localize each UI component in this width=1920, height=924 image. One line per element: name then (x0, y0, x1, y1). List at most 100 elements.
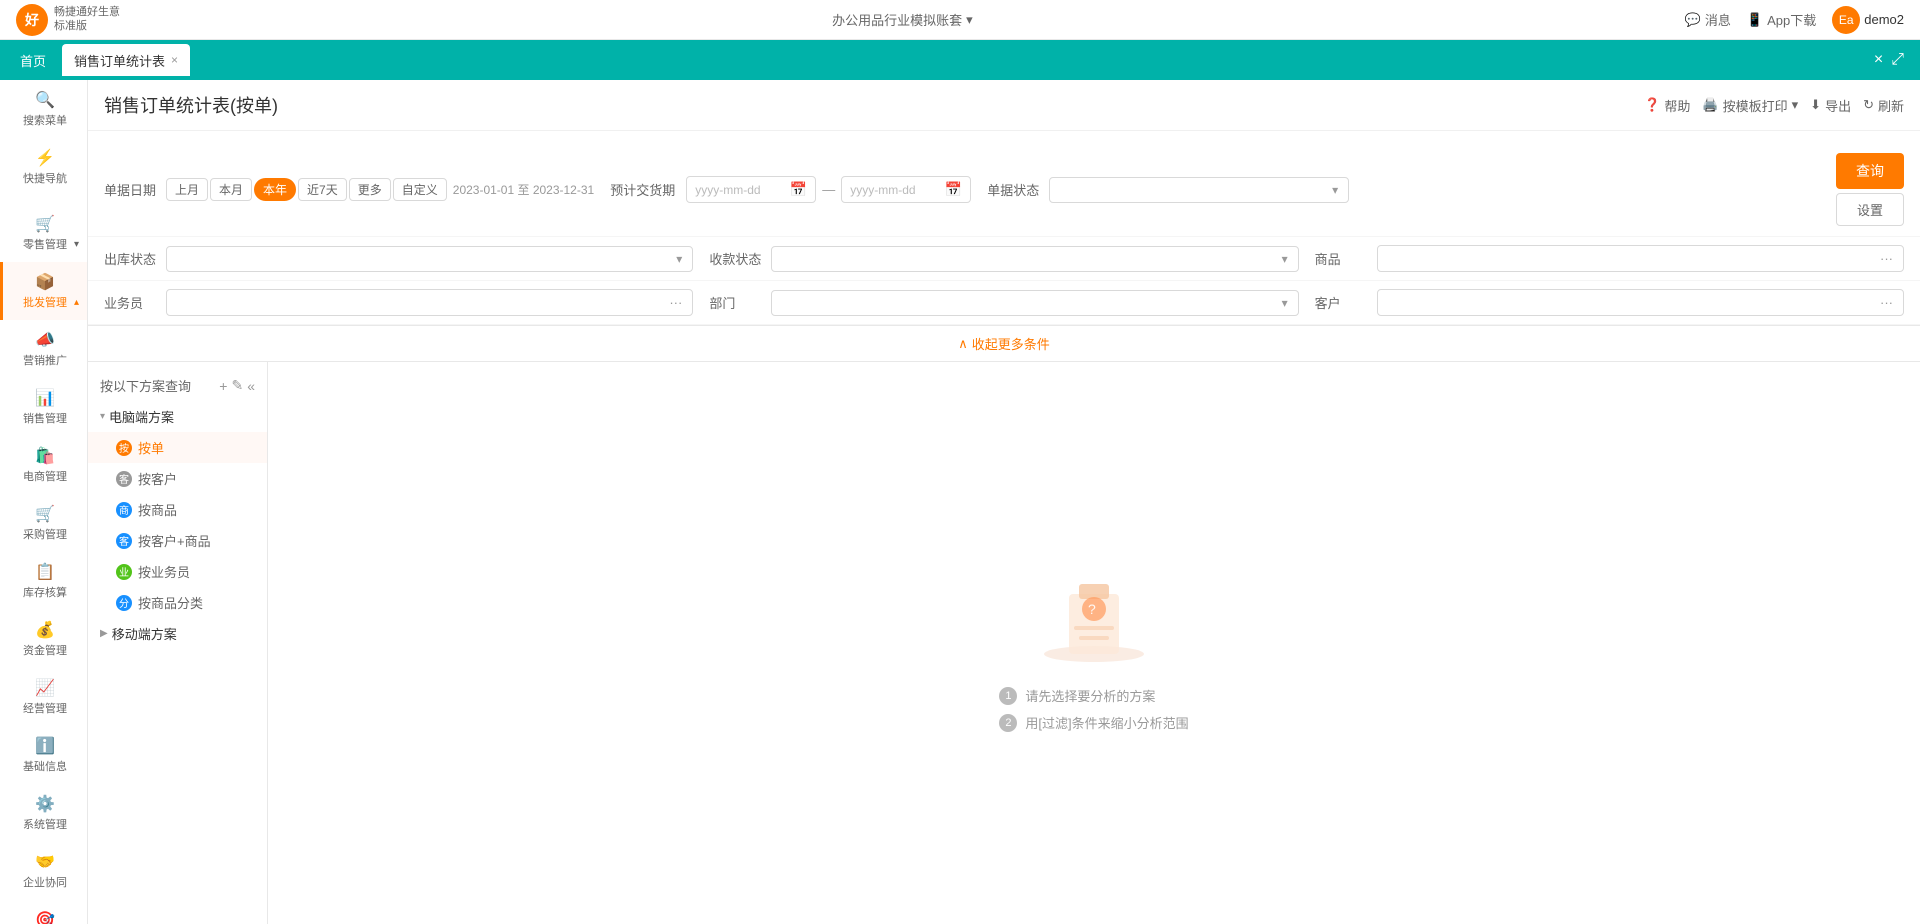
help-button[interactable]: ❓ 帮助 (1644, 96, 1690, 115)
export-button[interactable]: ⬇ 导出 (1810, 96, 1851, 115)
sidebar-item-system[interactable]: ⚙️ 系统管理 (0, 784, 87, 842)
doc-status-filter: 单据状态 ▾ (987, 177, 1820, 203)
content-body: 按以下方案查询 + ✎ « ▾ 电脑端方案 按 (88, 362, 1920, 924)
delivery-date-end[interactable]: yyyy-mm-dd 📅 (841, 176, 971, 203)
scheme-item-by-customer[interactable]: 客 按客户 (88, 463, 267, 494)
top-bar-left: 好 畅捷通好生意 标准版 (16, 4, 120, 36)
filter-row-1: 单据日期 上月 本月 本年 近7天 更多 自定义 2023-01-01 至 20… (88, 143, 1920, 237)
custom-date-button[interactable]: 自定义 (393, 178, 447, 201)
avatar: Ea (1832, 6, 1860, 34)
dept-dropdown[interactable]: ▾ (771, 290, 1298, 316)
customer-more-icon: ··· (1880, 295, 1893, 310)
sidebar-item-wholesale[interactable]: 📦 批发管理 ▴ (0, 262, 87, 320)
sidebar-item-inventory[interactable]: 📋 库存核算 (0, 552, 87, 610)
chevron-down-icon: ▾ (966, 12, 973, 28)
main-content-area: ? 1 请先选择要分析的方案 2 用[过滤]条件来缩小分析范围 (268, 362, 1920, 924)
sidebar-item-sales[interactable]: 📊 销售管理 (0, 378, 87, 436)
goods-input[interactable]: ··· (1377, 245, 1904, 272)
goods-label: 商品 (1315, 249, 1371, 268)
mobile-group-title[interactable]: ▶ 移动端方案 (88, 618, 267, 649)
tab-minimize-button[interactable]: × (1874, 51, 1883, 69)
sidebar-item-operation[interactable]: 📈 经营管理 (0, 668, 87, 726)
logo-icon: 好 (16, 4, 48, 36)
scheme-item-by-salesman[interactable]: 业 按业务员 (88, 556, 267, 587)
date-range-text: 2023-01-01 至 2023-12-31 (453, 181, 594, 198)
doc-status-dropdown[interactable]: ▾ (1049, 177, 1349, 203)
collapse-arrow-icon: ∧ (958, 336, 968, 352)
user-profile[interactable]: Ea demo2 (1832, 6, 1904, 34)
print-icon: 🖨️ (1702, 97, 1718, 113)
this-year-button[interactable]: 本年 (254, 178, 296, 201)
message-button[interactable]: 💬 消息 (1685, 10, 1731, 29)
page-title-row: 销售订单统计表(按单) ❓ 帮助 🖨️ 按模板打印 ▾ ⬇ 导出 (88, 80, 1920, 131)
customer-filter: 客户 ··· (1315, 289, 1904, 316)
wholesale-arrow-icon: ▴ (74, 297, 79, 308)
top-bar-right: 💬 消息 📱 App下载 Ea demo2 (1685, 6, 1904, 34)
basic-icon: ℹ️ (35, 736, 55, 756)
sidebar-item-quick-nav[interactable]: ⚡ 快捷导航 (0, 138, 87, 196)
operation-icon: 📈 (35, 678, 55, 698)
empty-illustration-svg: ? (1024, 554, 1164, 674)
this-month-button[interactable]: 本月 (210, 178, 252, 201)
add-scheme-button[interactable]: + (219, 378, 227, 394)
collapse-filter-button[interactable]: ∧ 收起更多条件 (88, 325, 1920, 361)
sidebar-item-purchase[interactable]: 🛒 采购管理 (0, 494, 87, 552)
salesman-label: 业务员 (104, 293, 160, 312)
last7-button[interactable]: 近7天 (298, 178, 347, 201)
more-date-button[interactable]: 更多 (349, 178, 391, 201)
refresh-button[interactable]: ↻ 刷新 (1863, 96, 1904, 115)
empty-state: ? 1 请先选择要分析的方案 2 用[过滤]条件来缩小分析范围 (268, 554, 1920, 732)
date-filter: 单据日期 上月 本月 本年 近7天 更多 自定义 2023-01-01 至 20… (104, 178, 594, 201)
dept-label: 部门 (709, 293, 765, 312)
delivery-status-filter: 出库状态 ▾ (104, 246, 693, 272)
finance-icon: 💰 (35, 620, 55, 640)
logo-area: 好 畅捷通好生意 标准版 (16, 4, 120, 36)
scheme-item-by-category[interactable]: 分 按商品分类 (88, 587, 267, 618)
calendar-icon: 📅 (790, 181, 807, 198)
sidebar-item-marketing[interactable]: 📣 营销推广 (0, 320, 87, 378)
delivery-date-start[interactable]: yyyy-mm-dd 📅 (686, 176, 816, 203)
tab-sales-statistics[interactable]: 销售订单统计表 × (62, 44, 190, 76)
receipt-status-dropdown[interactable]: ▾ (771, 246, 1298, 272)
delivery-status-arrow-icon: ▾ (676, 252, 682, 266)
tab-close-icon[interactable]: × (171, 53, 178, 67)
receipt-status-filter: 收款状态 ▾ (709, 246, 1298, 272)
newbie-icon: 🎯 (35, 910, 55, 924)
sidebar-item-basic[interactable]: ℹ️ 基础信息 (0, 726, 87, 784)
delivery-status-dropdown[interactable]: ▾ (166, 246, 693, 272)
collapse-panel-button[interactable]: « (247, 378, 255, 394)
sidebar-item-enterprise[interactable]: 🤝 企业协同 (0, 842, 87, 900)
scheme-item-by-customer-goods[interactable]: 客 按客户+商品 (88, 525, 267, 556)
main-layout: 🔍 搜索菜单 ⚡ 快捷导航 🛒 零售管理 ▾ 📦 批发管理 ▴ 📣 营销推广 (0, 80, 1920, 924)
empty-state-tip-2: 2 用[过滤]条件来缩小分析范围 (999, 713, 1188, 732)
salesman-filter: 业务员 ··· (104, 289, 693, 316)
receipt-status-arrow-icon: ▾ (1282, 252, 1288, 266)
industry-selector[interactable]: 办公用品行业模拟账套 ▾ (832, 10, 973, 29)
sidebar-item-retail[interactable]: 🛒 零售管理 ▾ (0, 204, 87, 262)
tab-home[interactable]: 首页 (8, 44, 58, 76)
tab-maximize-button[interactable]: ⤢ (1891, 51, 1904, 69)
purchase-icon: 🛒 (35, 504, 55, 524)
app-download-button[interactable]: 📱 App下载 (1747, 10, 1816, 29)
scheme-item-by-order[interactable]: 按 按单 (88, 432, 267, 463)
settings-button[interactable]: 设置 (1836, 193, 1904, 226)
customer-input[interactable]: ··· (1377, 289, 1904, 316)
print-button[interactable]: 🖨️ 按模板打印 ▾ (1702, 96, 1798, 115)
sidebar-item-newbie[interactable]: 🎯 新手引导 (0, 900, 87, 924)
sidebar-item-ecommerce[interactable]: 🛍️ 电商管理 (0, 436, 87, 494)
pc-group-title[interactable]: ▾ 电脑端方案 (88, 401, 267, 432)
last-month-button[interactable]: 上月 (166, 178, 208, 201)
doc-status-arrow-icon: ▾ (1332, 183, 1338, 197)
salesman-input[interactable]: ··· (166, 289, 693, 316)
scheme-item-by-goods[interactable]: 商 按商品 (88, 494, 267, 525)
customer-label: 客户 (1315, 293, 1371, 312)
query-button[interactable]: 查询 (1836, 153, 1904, 189)
edit-scheme-button[interactable]: ✎ (231, 377, 243, 394)
top-bar: 好 畅捷通好生意 标准版 办公用品行业模拟账套 ▾ 💬 消息 📱 App下载 E… (0, 0, 1920, 40)
sidebar-item-search[interactable]: 🔍 搜索菜单 (0, 80, 87, 138)
top-layout: 销售订单统计表(按单) ❓ 帮助 🖨️ 按模板打印 ▾ ⬇ 导出 (88, 80, 1920, 362)
tab-bar: 首页 销售订单统计表 × × ⤢ (0, 40, 1920, 80)
goods-more-icon: ··· (1880, 251, 1893, 266)
refresh-icon: ↻ (1863, 97, 1874, 113)
sidebar-item-finance[interactable]: 💰 资金管理 (0, 610, 87, 668)
